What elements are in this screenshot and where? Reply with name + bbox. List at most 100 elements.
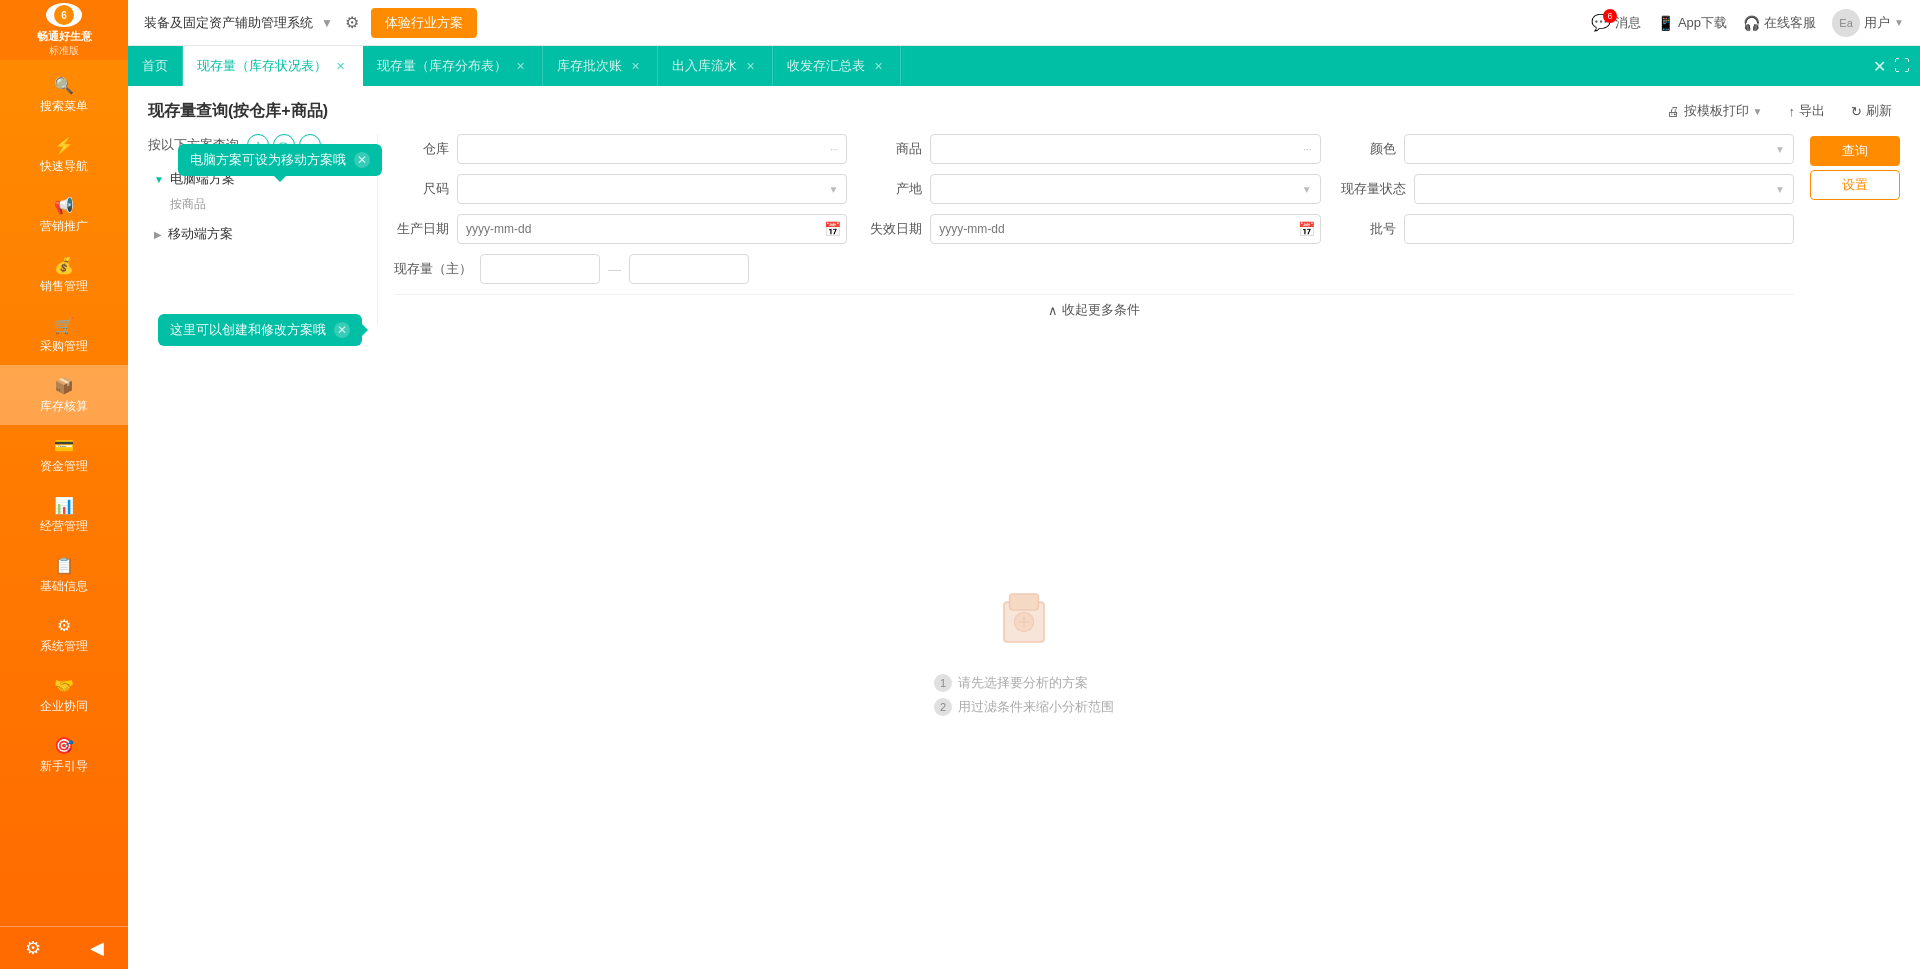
sidebar-item-enterprise[interactable]: 🤝 企业协同 xyxy=(0,665,128,725)
search-button[interactable]: 查询 xyxy=(1810,136,1900,166)
tab-in-out-flow[interactable]: 出入库流水 ✕ xyxy=(658,46,773,86)
origin-select[interactable]: ▼ xyxy=(930,174,1320,204)
tab-batch-ledger-label: 库存批次账 xyxy=(557,57,622,75)
guide-icon: 🎯 xyxy=(54,735,74,755)
sidebar-item-label: 系统管理 xyxy=(40,638,88,655)
tooltip-edit-close[interactable]: ✕ xyxy=(334,322,350,338)
sidebar-item-system[interactable]: ⚙ 系统管理 xyxy=(0,605,128,665)
user-area[interactable]: Ea 用户 ▼ xyxy=(1832,9,1904,37)
collapse-label: 收起更多条件 xyxy=(1062,301,1140,319)
warehouse-select[interactable]: ··· xyxy=(457,134,847,164)
batch-input[interactable] xyxy=(1404,214,1794,244)
sidebar-collapse-btn[interactable]: ◀ xyxy=(90,937,104,959)
operation-icon: 📊 xyxy=(54,495,74,515)
tab-close-all-icon[interactable]: ✕ xyxy=(1873,57,1886,76)
page-content: 现存量查询(按仓库+商品) 🖨 按模板打印 ▼ ↑ 导出 ↻ 刷新 xyxy=(128,86,1920,969)
color-field: 颜色 ▼ xyxy=(1341,134,1794,164)
sidebar-settings-btn[interactable]: ⚙ xyxy=(25,937,41,959)
batch-field: 批号 xyxy=(1341,214,1794,244)
filter-left: 按以下方案查询 + ✏ ← ▼ 电脑端方案 按商品 xyxy=(148,134,378,325)
tooltip-scheme-close[interactable]: ✕ xyxy=(354,152,370,168)
expire-date-start-input[interactable] xyxy=(930,214,1320,244)
sidebar-item-quick-nav[interactable]: ⚡ 快速导航 xyxy=(0,125,128,185)
scheme-pc-child1[interactable]: 按商品 xyxy=(164,192,365,217)
prod-date-field: 生产日期 📅 xyxy=(394,214,847,244)
tab-stock-dist-close[interactable]: ✕ xyxy=(513,59,528,74)
sidebar-item-label: 库存核算 xyxy=(40,398,88,415)
refresh-icon: ↻ xyxy=(1851,104,1862,119)
scheme-mobile-item[interactable]: ▶ 移动端方案 xyxy=(148,221,365,247)
scheme-mobile-label: 移动端方案 xyxy=(168,225,233,243)
filter-center: 仓库 ··· 商品 ··· xyxy=(394,134,1794,325)
tab-batch-ledger-close[interactable]: ✕ xyxy=(628,59,643,74)
tab-stock-status-close[interactable]: ✕ xyxy=(333,59,348,74)
tab-bar-actions: ✕ ⛶ xyxy=(1873,57,1920,76)
print-button[interactable]: 🖨 按模板打印 ▼ xyxy=(1659,98,1771,124)
sidebar-item-marketing[interactable]: 📢 营销推广 xyxy=(0,185,128,245)
collapse-conditions-btn[interactable]: ∧ 收起更多条件 xyxy=(394,294,1794,325)
size-select[interactable]: ▼ xyxy=(457,174,847,204)
export-button[interactable]: ↑ 导出 xyxy=(1781,98,1834,124)
goods-label: 商品 xyxy=(867,140,922,158)
refresh-button[interactable]: ↻ 刷新 xyxy=(1843,98,1900,124)
stock-main-input-min[interactable] xyxy=(480,254,600,284)
origin-label: 产地 xyxy=(867,180,922,198)
top-header: 装备及固定资产辅助管理系统 ▼ ⚙ 体验行业方案 💬 6 消息 📱 App下载 … xyxy=(128,0,1920,46)
scheme-pc-children: 按商品 xyxy=(148,192,365,217)
system-dropdown-icon[interactable]: ▼ xyxy=(321,16,333,30)
sidebar-item-sales[interactable]: 💰 销售管理 xyxy=(0,245,128,305)
scheme-mobile-arrow: ▶ xyxy=(154,229,162,240)
empty-state-icon xyxy=(984,578,1064,658)
expire-date-field: 失效日期 📅 xyxy=(867,214,1320,244)
sidebar-item-base-info[interactable]: 📋 基础信息 xyxy=(0,545,128,605)
sidebar-item-operation[interactable]: 📊 经营管理 xyxy=(0,485,128,545)
tab-collect-summary-close[interactable]: ✕ xyxy=(871,59,886,74)
stock-main-separator: — xyxy=(608,262,621,277)
stock-status-select[interactable]: ▼ xyxy=(1414,174,1794,204)
message-btn[interactable]: 💬 6 消息 xyxy=(1591,13,1641,32)
app-download-btn[interactable]: 📱 App下载 xyxy=(1657,14,1727,32)
inventory-icon: 📦 xyxy=(54,375,74,395)
tab-stock-status[interactable]: 现存量（库存状况表） ✕ xyxy=(183,46,363,86)
tab-collect-summary[interactable]: 收发存汇总表 ✕ xyxy=(773,46,901,86)
color-select[interactable]: ▼ xyxy=(1404,134,1794,164)
tab-fullscreen-icon[interactable]: ⛶ xyxy=(1894,57,1910,75)
industry-plan-button[interactable]: 体验行业方案 xyxy=(371,8,477,38)
user-dropdown-icon: ▼ xyxy=(1894,17,1904,28)
stock-main-input-max[interactable] xyxy=(629,254,749,284)
avatar: Ea xyxy=(1832,9,1860,37)
tooltip-scheme-text: 电脑方案可设为移动方案哦 xyxy=(190,151,346,169)
print-label: 按模板打印 xyxy=(1684,102,1749,120)
sidebar-item-guide[interactable]: 🎯 新手引导 xyxy=(0,725,128,785)
tab-stock-dist[interactable]: 现存量（库存分布表） ✕ xyxy=(363,46,543,86)
stock-status-label: 现存量状态 xyxy=(1341,180,1406,198)
sidebar-item-finance[interactable]: 💳 资金管理 xyxy=(0,425,128,485)
color-label: 颜色 xyxy=(1341,140,1396,158)
app-download-label: App下载 xyxy=(1678,14,1727,32)
filter-wrapper: 现存量查询(按仓库+商品) 🖨 按模板打印 ▼ ↑ 导出 ↻ 刷新 xyxy=(128,86,1920,325)
sidebar-logo: 6 畅通好生意 标准版 xyxy=(0,0,128,60)
sidebar-item-label: 搜索菜单 xyxy=(40,98,88,115)
prod-date-start-input[interactable] xyxy=(457,214,847,244)
system-selector[interactable]: 装备及固定资产辅助管理系统 ▼ xyxy=(144,14,333,32)
origin-field: 产地 ▼ xyxy=(867,174,1320,204)
logo-text: 畅通好生意 xyxy=(37,29,92,44)
sidebar-item-inventory[interactable]: 📦 库存核算 xyxy=(0,365,128,425)
online-support-btn[interactable]: 🎧 在线客服 xyxy=(1743,14,1816,32)
main-area: 装备及固定资产辅助管理系统 ▼ ⚙ 体验行业方案 💬 6 消息 📱 App下载 … xyxy=(128,0,1920,969)
filter-row3: 生产日期 📅 失效日期 xyxy=(394,214,1794,244)
warehouse-dots: ··· xyxy=(830,144,838,155)
empty-state: 1 请先选择要分析的方案 2 用过滤条件来缩小分析范围 xyxy=(128,325,1920,969)
batch-label: 批号 xyxy=(1341,220,1396,238)
reset-button[interactable]: 设置 xyxy=(1810,170,1900,200)
sidebar-item-label: 资金管理 xyxy=(40,458,88,475)
tab-batch-ledger[interactable]: 库存批次账 ✕ xyxy=(543,46,658,86)
filter-main-area: 按以下方案查询 + ✏ ← ▼ 电脑端方案 按商品 xyxy=(148,134,1900,325)
settings-gear-icon[interactable]: ⚙ xyxy=(345,13,359,32)
sidebar-item-purchase[interactable]: 🛒 采购管理 xyxy=(0,305,128,365)
goods-select[interactable]: ··· xyxy=(930,134,1320,164)
headset-icon: 🎧 xyxy=(1743,15,1760,31)
tab-in-out-flow-close[interactable]: ✕ xyxy=(743,59,758,74)
tab-home[interactable]: 首页 xyxy=(128,46,183,86)
sidebar-item-search-menu[interactable]: 🔍 搜索菜单 xyxy=(0,65,128,125)
